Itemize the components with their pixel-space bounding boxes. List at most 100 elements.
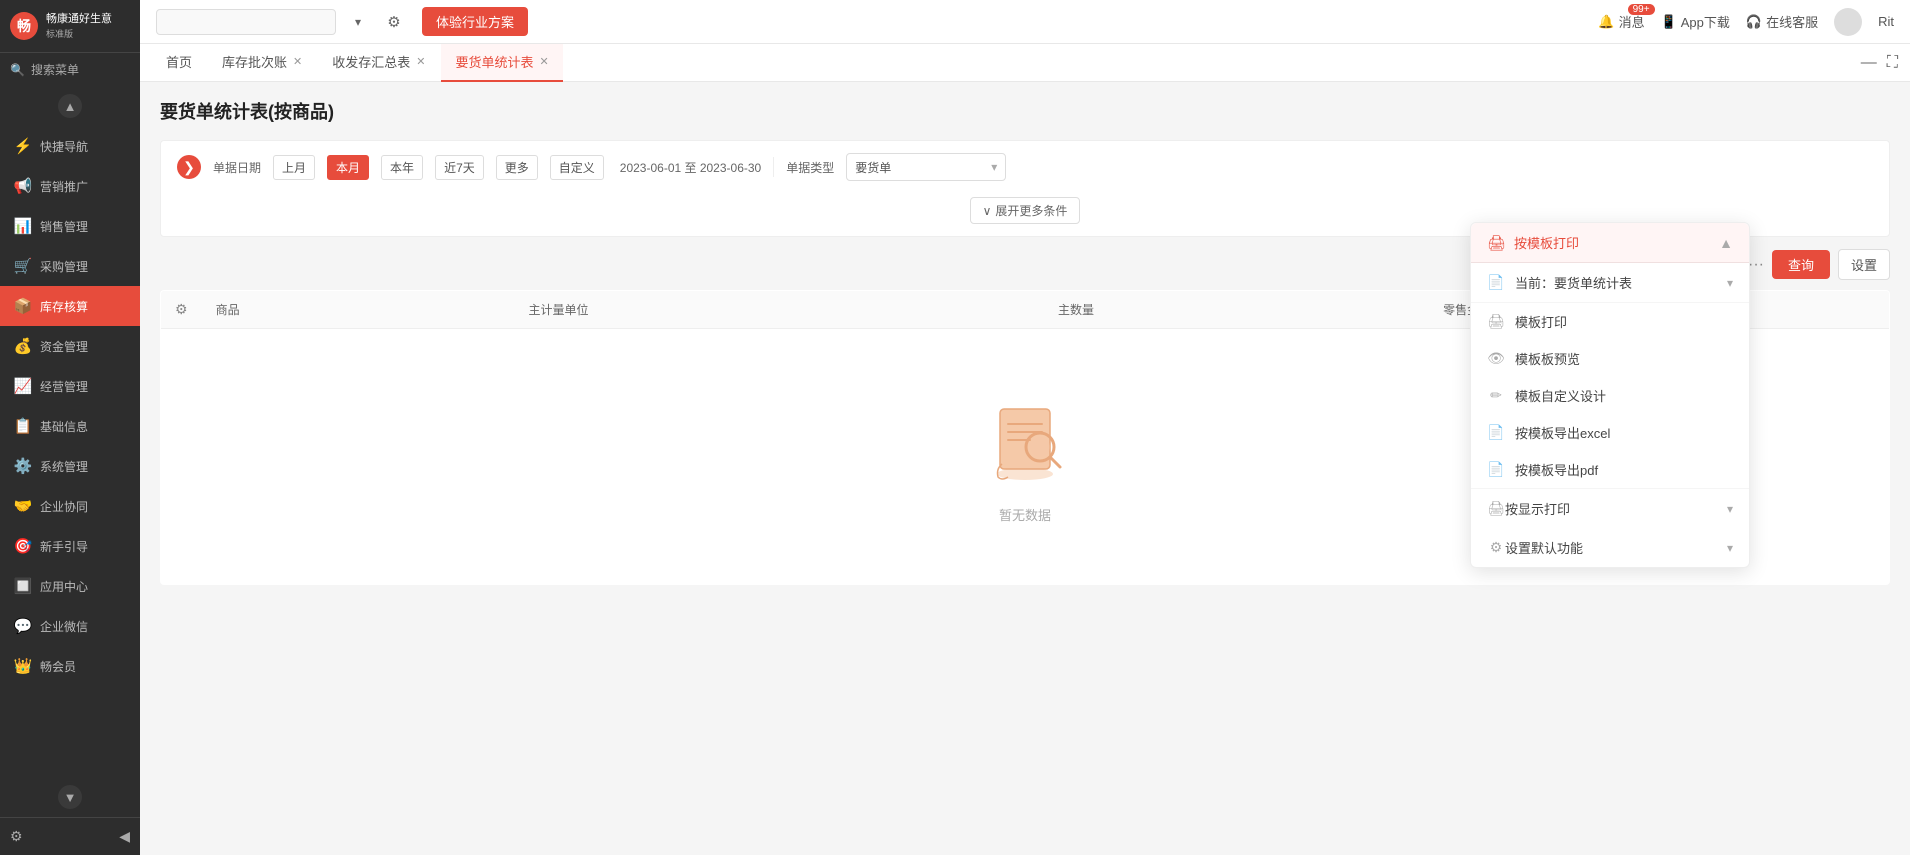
topbar-search-input[interactable] [156,9,336,35]
current-template-arrow: ▾ [1727,276,1733,290]
export-excel-icon: 📄 [1487,424,1505,441]
sidebar-item-label: 企业协同 [40,498,88,515]
sidebar-item-sales[interactable]: 📊 销售管理 [0,206,140,246]
print-menu-current[interactable]: 📄 当前：要货单统计表 ▾ [1471,263,1749,303]
basic-icon: 📋 [14,417,32,435]
print-menu-title-text: 按模板打印 [1514,233,1579,252]
scroll-up-btn[interactable]: ▲ [58,94,82,118]
search-menu-item[interactable]: 🔍 搜索菜单 [0,53,140,86]
scroll-down[interactable]: ▼ [0,777,140,817]
messages-badge: 99+ [1628,4,1655,15]
filter-expand-btn[interactable]: ❯ [177,155,201,179]
template-export-pdf-item[interactable]: 📄 按模板导出pdf [1471,451,1749,488]
default-function-group[interactable]: ⚙ 设置默认功能 ▾ [1471,528,1749,567]
tab-receivable-summary[interactable]: 收发存汇总表 ✕ [318,44,439,82]
headset-icon: 🎧 [1746,14,1762,30]
date-btn-this-year[interactable]: 本年 [381,155,423,180]
sidebar-item-marketing[interactable]: 📢 营销推广 [0,166,140,206]
template-design-item[interactable]: ✏ 模板自定义设计 [1471,377,1749,414]
topbar-dropdown-btn[interactable]: ▾ [346,10,370,34]
date-btn-custom[interactable]: 自定义 [550,155,604,180]
online-service-btn[interactable]: 🎧 在线客服 [1746,12,1818,31]
messages-btn[interactable]: 🔔 消息 99+ [1598,12,1644,31]
sidebar-nav: ⚡ 快捷导航 📢 营销推广 📊 销售管理 🛒 采购管理 📦 库存核算 💰 资金管… [0,126,140,777]
scroll-down-btn[interactable]: ▼ [58,785,82,809]
tab-home[interactable]: 首页 [152,44,206,82]
sidebar-item-quick-nav[interactable]: ⚡ 快捷导航 [0,126,140,166]
col-quantity: 主数量 [1044,291,1429,329]
empty-text: 暂无数据 [999,505,1051,524]
more-actions-btn[interactable]: ··· [1748,256,1764,274]
sidebar-item-label: 资金管理 [40,338,88,355]
tab-order-stats[interactable]: 要货单统计表 ✕ [441,44,562,82]
col-settings[interactable]: ⚙ [161,291,202,329]
template-export-excel-item[interactable]: 📄 按模板导出excel [1471,414,1749,451]
template-print-label: 模板打印 [1515,312,1567,331]
sidebar: 畅 畅康通好生意 标准版 🔍 搜索菜单 ▲ ⚡ 快捷导航 📢 营销推广 📊 销售… [0,0,140,855]
table-settings-icon[interactable]: ⚙ [175,301,188,317]
sidebar-item-label: 畅会员 [40,658,76,675]
template-print-item[interactable]: 🖨 模板打印 [1471,303,1749,340]
trial-btn[interactable]: 体验行业方案 [422,7,528,36]
sidebar-item-guide[interactable]: 🎯 新手引导 [0,526,140,566]
filter-divider [773,157,774,177]
topbar-gear-btn[interactable]: ⚙ [380,8,408,36]
tab-minimize-btn[interactable]: — [1861,54,1877,72]
sidebar-item-operations[interactable]: 📈 经营管理 [0,366,140,406]
sidebar-item-basic[interactable]: 📋 基础信息 [0,406,140,446]
purchase-icon: 🛒 [14,257,32,275]
topbar-right: 🔔 消息 99+ 📱 App下载 🎧 在线客服 Rit [1598,8,1894,36]
doc-type-value: 要货单 [855,159,891,176]
settings-btn[interactable]: 设置 [1838,249,1890,280]
sidebar-item-wechat[interactable]: 💬 企业微信 [0,606,140,646]
sidebar-item-enterprise[interactable]: 🤝 企业协同 [0,486,140,526]
date-btn-last-month[interactable]: 上月 [273,155,315,180]
scroll-up[interactable]: ▲ [0,86,140,126]
settings-bottom-btn[interactable]: ⚙ [10,828,23,845]
app-download-label: App下载 [1681,12,1730,31]
sidebar-item-purchase[interactable]: 🛒 采购管理 [0,246,140,286]
expand-more-btn[interactable]: ∨ 展开更多条件 [970,197,1081,224]
display-print-group[interactable]: 🖨 按显示打印 ▾ [1471,489,1749,528]
tab-inventory-batch-close[interactable]: ✕ [293,55,302,68]
filter-row: ❯ 单据日期 上月 本月 本年 近7天 更多 自定义 2023-06-01 至 … [177,153,1873,181]
collapse-btn[interactable]: ◀ [119,828,130,845]
current-template-icon: 📄 [1487,274,1505,291]
tab-expand-btn[interactable]: ⛶ [1887,54,1898,72]
query-btn[interactable]: 查询 [1772,250,1830,279]
default-function-arrow: ▾ [1727,541,1733,555]
marketing-icon: 📢 [14,177,32,195]
app-download-btn[interactable]: 📱 App下载 [1661,12,1730,31]
doc-type-label: 单据类型 [786,159,834,176]
tab-home-label: 首页 [166,52,192,71]
template-design-label: 模板自定义设计 [1515,386,1606,405]
template-preview-item[interactable]: 👁 模板板预览 [1471,340,1749,377]
tab-order-stats-close[interactable]: ✕ [540,55,549,68]
tab-receivable-summary-close[interactable]: ✕ [416,55,425,68]
tabs-bar: 首页 库存批次账 ✕ 收发存汇总表 ✕ 要货单统计表 ✕ — ⛶ [140,44,1910,82]
sidebar-item-system[interactable]: ⚙️ 系统管理 [0,446,140,486]
sidebar-item-member[interactable]: 👑 畅会员 [0,646,140,686]
sidebar-item-apps[interactable]: 🔲 应用中心 [0,566,140,606]
member-icon: 👑 [14,657,32,675]
template-preview-icon: 👁 [1487,350,1505,367]
print-menu-close-btn[interactable]: ▲ [1719,235,1733,251]
date-btn-more[interactable]: 更多 [496,155,538,180]
date-btn-this-month[interactable]: 本月 [327,155,369,180]
date-btn-last-7[interactable]: 近7天 [435,155,484,180]
sidebar-item-inventory[interactable]: 📦 库存核算 [0,286,140,326]
date-range-display: 2023-06-01 至 2023-06-30 [620,159,761,176]
user-avatar[interactable] [1834,8,1862,36]
tab-inventory-batch[interactable]: 库存批次账 ✕ [208,44,316,82]
doc-type-select[interactable]: 要货单 ▾ [846,153,1006,181]
main-area: ▾ ⚙ 体验行业方案 🔔 消息 99+ 📱 App下载 🎧 在线客服 Rit 首… [140,0,1910,855]
sidebar-item-finance[interactable]: 💰 资金管理 [0,326,140,366]
sidebar-item-label: 新手引导 [40,538,88,555]
page-title: 要货单统计表(按商品) [160,98,1890,124]
print-menu: 🖨 按模板打印 ▲ 📄 当前：要货单统计表 ▾ 🖨 模板打印 👁 模板板预览 [1470,222,1750,568]
template-preview-label: 模板板预览 [1515,349,1580,368]
print-menu-header: 🖨 按模板打印 ▲ [1471,223,1749,263]
inventory-icon: 📦 [14,297,32,315]
bell-icon: 🔔 [1598,14,1614,30]
display-print-icon: 🖨 [1487,500,1505,517]
